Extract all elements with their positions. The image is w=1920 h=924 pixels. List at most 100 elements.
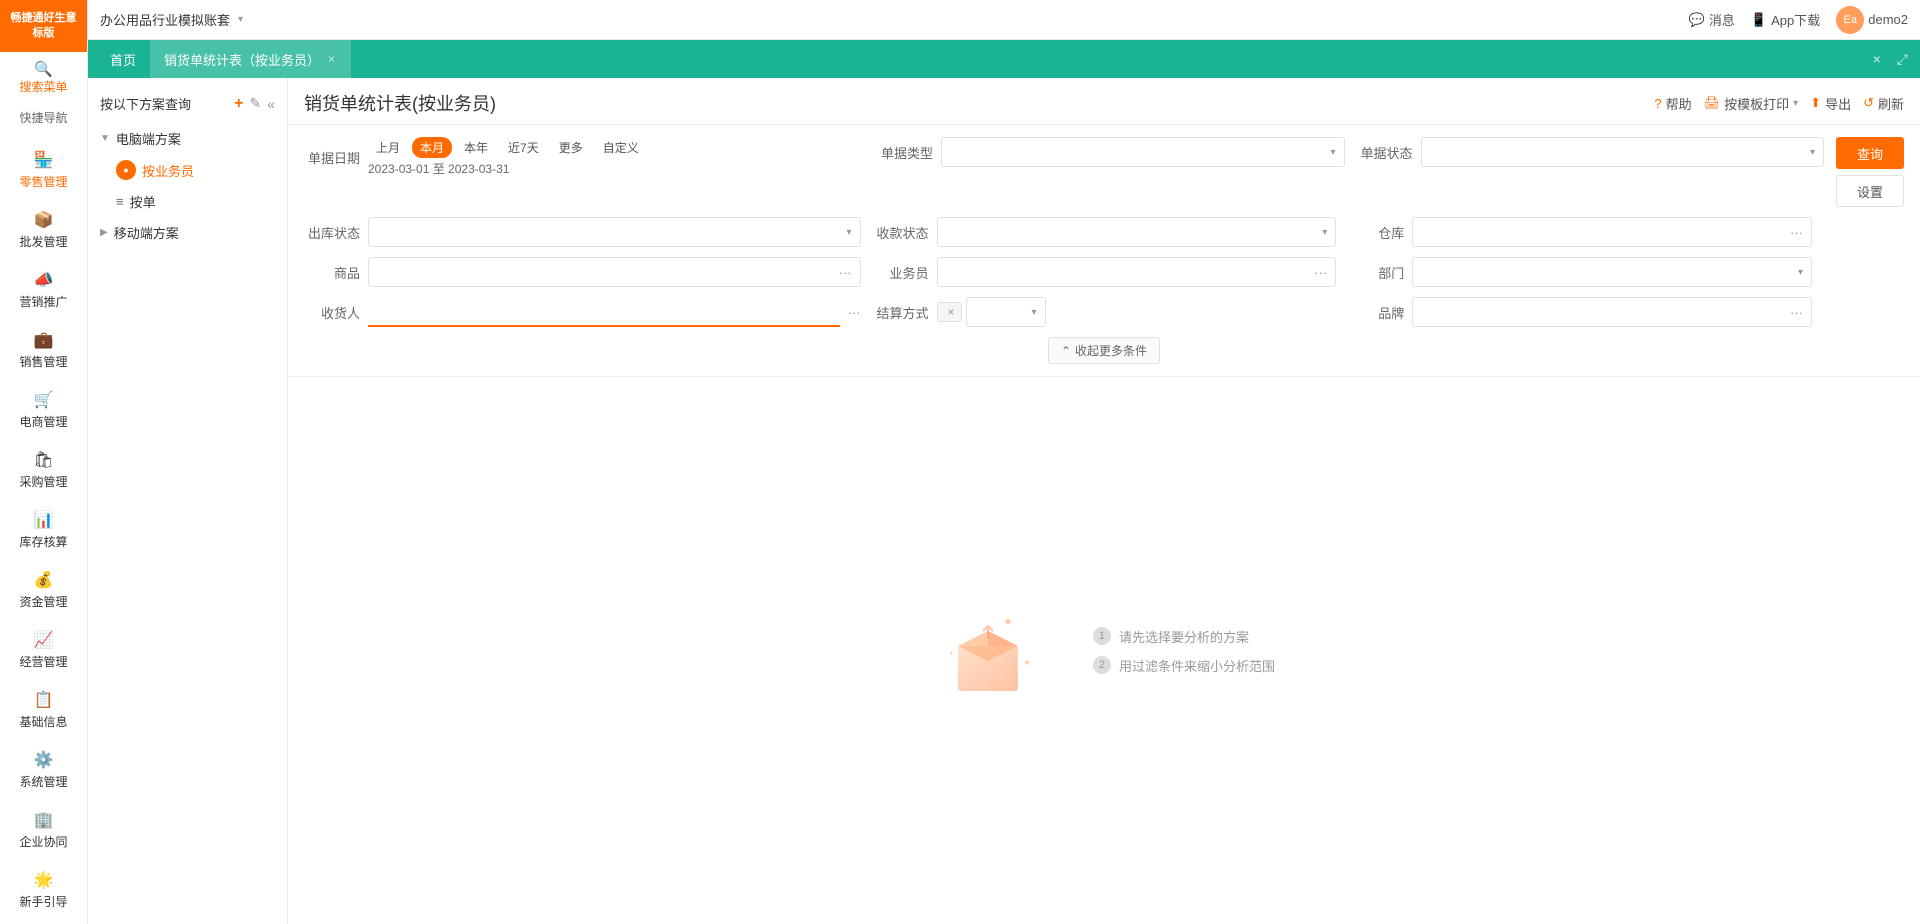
system-icon: ⚙️ bbox=[34, 750, 54, 770]
page-header: 销货单统计表(按业务员) ? 帮助 🖨 按模板打印 ▾ ⬆ 导出 bbox=[288, 78, 1920, 125]
collapse-btn[interactable]: ⌃ 收起更多条件 bbox=[1048, 337, 1160, 364]
settlement-tag-close[interactable]: × bbox=[948, 305, 955, 319]
empty-tip-1: 1 请先选择要分析的方案 bbox=[1093, 627, 1275, 646]
tip-num-2: 2 bbox=[1093, 656, 1111, 674]
panel-header: 按以下方案查询 + ✎ « bbox=[88, 88, 287, 119]
sidebar-item-purchase[interactable]: 🛍 采购管理 bbox=[0, 440, 87, 500]
date-tab-thisyear[interactable]: 本年 bbox=[456, 137, 496, 158]
empty-tip-2: 2 用过滤条件来缩小分析范围 bbox=[1093, 656, 1275, 675]
consignee-dots[interactable]: ··· bbox=[848, 305, 861, 320]
header-title: 办公用品行业模拟账套 bbox=[100, 10, 230, 29]
tip-num-1: 1 bbox=[1093, 627, 1111, 645]
date-tab-custom[interactable]: 自定义 bbox=[595, 137, 647, 158]
main-content: 销货单统计表(按业务员) ? 帮助 🖨 按模板打印 ▾ ⬆ 导出 bbox=[288, 78, 1920, 924]
sidebar-item-sales[interactable]: 💼 销售管理 bbox=[0, 320, 87, 380]
message-btn[interactable]: 💬 消息 bbox=[1689, 10, 1735, 29]
page-actions: ? 帮助 🖨 按模板打印 ▾ ⬆ 导出 ↺ 刷新 bbox=[1654, 94, 1904, 113]
sidebar-item-wholesale[interactable]: 📦 批发管理 bbox=[0, 200, 87, 260]
sidebar-item-enterprise[interactable]: 🏢 企业协同 bbox=[0, 800, 87, 860]
sidebar-item-ecommerce[interactable]: 🛒 电商管理 bbox=[0, 380, 87, 440]
collapse-icon: ⌃ bbox=[1061, 344, 1071, 358]
template-print-btn[interactable]: 🖨 按模板打印 ▾ bbox=[1704, 94, 1799, 113]
page-title: 销货单统计表(按业务员) bbox=[304, 90, 496, 116]
sidebar-item-inventory[interactable]: 📊 库存核算 bbox=[0, 500, 87, 560]
tree-desktop-section[interactable]: ▼ 电脑端方案 bbox=[88, 123, 287, 154]
settlement-arrow: ▾ bbox=[1031, 307, 1036, 318]
delivery-label: 出库状态 bbox=[304, 223, 360, 242]
message-icon: 💬 bbox=[1689, 12, 1705, 28]
consignee-input[interactable] bbox=[368, 297, 840, 327]
app-logo[interactable]: 畅捷通好生意 标版 bbox=[0, 0, 88, 52]
delivery-select[interactable]: ▾ bbox=[368, 217, 861, 247]
basic-icon: 📋 bbox=[34, 690, 54, 710]
tab-close-btn[interactable]: × bbox=[326, 50, 337, 68]
svg-text:✦: ✦ bbox=[1023, 658, 1031, 669]
edit-scheme-btn[interactable]: ✎ bbox=[249, 95, 261, 112]
svg-text:✦: ✦ bbox=[948, 649, 955, 658]
payment-select[interactable]: ▾ bbox=[937, 217, 1337, 247]
docstatus-select[interactable]: ▾ bbox=[1421, 137, 1825, 167]
sidebar-item-operations[interactable]: 📈 经营管理 bbox=[0, 620, 87, 680]
window-maximize-btn[interactable]: ⤢ bbox=[1893, 47, 1912, 72]
search-menu[interactable]: 🔍 搜索菜单 bbox=[0, 52, 87, 103]
date-tab-7days[interactable]: 近7天 bbox=[500, 137, 547, 158]
window-close-btn[interactable]: × bbox=[1869, 47, 1885, 72]
date-tab-more[interactable]: 更多 bbox=[551, 137, 591, 158]
department-arrow: ▾ bbox=[1798, 267, 1803, 278]
warehouse-dots[interactable]: ··· bbox=[1790, 225, 1803, 240]
brand-input[interactable]: ··· bbox=[1412, 297, 1812, 327]
header-dropdown-arrow[interactable]: ▾ bbox=[238, 14, 243, 25]
sidebar-item-apps[interactable]: 📱 应用中心 bbox=[0, 920, 87, 924]
warehouse-select[interactable]: ··· bbox=[1412, 217, 1812, 247]
refresh-icon: ↺ bbox=[1863, 95, 1874, 111]
quick-nav[interactable]: 快捷导航 bbox=[0, 103, 87, 132]
svg-text:✦: ✦ bbox=[1003, 615, 1013, 629]
finance-icon: 💰 bbox=[34, 570, 54, 590]
panel-header-actions: + ✎ « bbox=[234, 95, 275, 113]
docstatus-arrow: ▾ bbox=[1810, 147, 1815, 158]
sidebar-item-system[interactable]: ⚙️ 系统管理 bbox=[0, 740, 87, 800]
download-icon: 📱 bbox=[1751, 12, 1767, 28]
date-tab-thismonth[interactable]: 本月 bbox=[412, 137, 452, 158]
salesperson-input[interactable]: ··· bbox=[937, 257, 1337, 287]
brand-dots[interactable]: ··· bbox=[1790, 305, 1803, 320]
sidebar-item-retail[interactable]: 🏪 零售管理 bbox=[0, 140, 87, 200]
print-dropdown-arrow[interactable]: ▾ bbox=[1793, 98, 1798, 109]
department-select[interactable]: ▾ bbox=[1412, 257, 1812, 287]
doctype-arrow: ▾ bbox=[1330, 147, 1335, 158]
collapse-panel-btn[interactable]: « bbox=[267, 96, 275, 112]
goods-input[interactable]: ··· bbox=[368, 257, 861, 287]
brand-label: 品牌 bbox=[1348, 303, 1404, 322]
tree-child-salesperson[interactable]: ● 按业务员 bbox=[88, 154, 287, 186]
left-panel: 按以下方案查询 + ✎ « ▼ 电脑端方案 ● 按业务员 bbox=[88, 78, 288, 924]
salesperson-dots[interactable]: ··· bbox=[1314, 265, 1327, 280]
help-btn[interactable]: ? 帮助 bbox=[1654, 94, 1691, 113]
app-download-btn[interactable]: 📱 App下载 bbox=[1751, 10, 1820, 29]
tab-current[interactable]: 销货单统计表（按业务员） × bbox=[150, 40, 351, 78]
payment-arrow: ▾ bbox=[1322, 227, 1327, 238]
sidebar-item-finance[interactable]: 💰 资金管理 bbox=[0, 560, 87, 620]
sidebar-item-marketing[interactable]: 📣 营销推广 bbox=[0, 260, 87, 320]
export-btn[interactable]: ⬆ 导出 bbox=[1810, 94, 1851, 113]
reset-button[interactable]: 设置 bbox=[1836, 175, 1904, 207]
settlement-select[interactable]: ▾ bbox=[966, 297, 1046, 327]
collapse-row: ⌃ 收起更多条件 bbox=[304, 337, 1904, 364]
tree-child-order[interactable]: ≡ 按单 bbox=[88, 186, 287, 217]
header-right: 💬 消息 📱 App下载 Ea demo2 bbox=[1689, 6, 1908, 34]
query-button[interactable]: 查询 bbox=[1836, 137, 1904, 169]
user-profile[interactable]: Ea demo2 bbox=[1836, 6, 1908, 34]
panel-title: 按以下方案查询 bbox=[100, 94, 191, 113]
tree-mobile-section[interactable]: ▶ 移动端方案 bbox=[88, 217, 287, 248]
add-scheme-btn[interactable]: + bbox=[234, 95, 243, 113]
goods-dots[interactable]: ··· bbox=[839, 265, 852, 280]
tab-home[interactable]: 首页 bbox=[96, 40, 150, 78]
payment-label: 收款状态 bbox=[873, 223, 929, 242]
operations-icon: 📈 bbox=[34, 630, 54, 650]
sidebar-item-basic[interactable]: 📋 基础信息 bbox=[0, 680, 87, 740]
refresh-btn[interactable]: ↺ 刷新 bbox=[1863, 94, 1904, 113]
tree-mobile-arrow: ▶ bbox=[100, 227, 108, 238]
settlement-label: 结算方式 bbox=[873, 303, 929, 322]
sidebar-item-newbie[interactable]: 🌟 新手引导 bbox=[0, 860, 87, 920]
doctype-select[interactable]: ▾ bbox=[941, 137, 1345, 167]
date-tab-lastmonth[interactable]: 上月 bbox=[368, 137, 408, 158]
